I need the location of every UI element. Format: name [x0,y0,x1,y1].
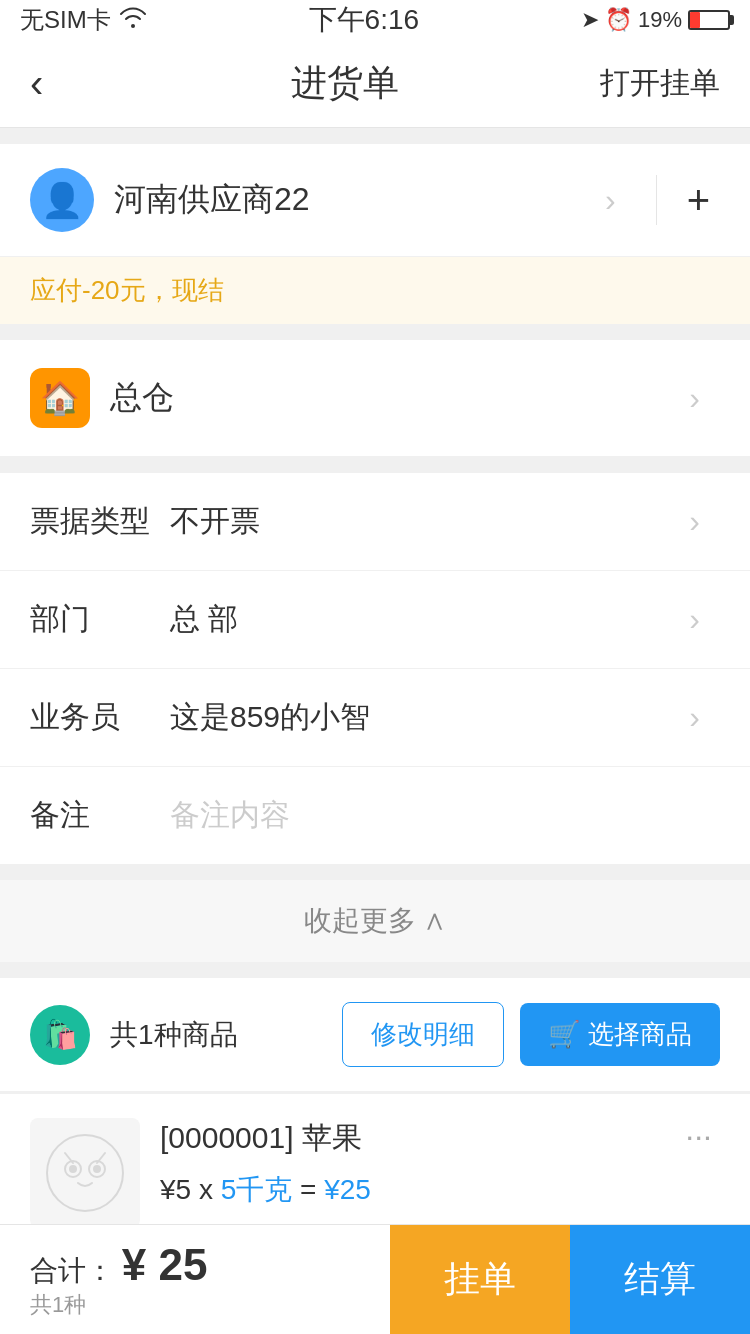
total-count: 共1种 [30,1290,360,1320]
cart-icon: 🛒 [548,1019,580,1050]
nav-bar: ‹ 进货单 打开挂单 [0,40,750,128]
warehouse-section[interactable]: 🏠 总仓 › [0,340,750,456]
alarm-icon: ⏰ [605,7,632,33]
supplier-row[interactable]: 👤 河南供应商22 › + [0,144,750,257]
collapse-row[interactable]: 收起更多 ∧ [0,880,750,962]
product-icon: 🛍️ [30,1005,90,1065]
total-amount: ¥ 25 [122,1240,208,1289]
product-title: 苹果 [302,1121,362,1154]
qty-text: 5千克 [221,1174,293,1205]
salesman-row[interactable]: 业务员 这是859的小智 › [0,668,750,766]
invoice-value: 不开票 [170,501,689,542]
checkout-button[interactable]: 结算 [570,1225,750,1335]
svg-point-3 [69,1165,77,1173]
product-code: [0000001] [160,1121,293,1154]
svg-point-4 [93,1165,101,1173]
select-product-button[interactable]: 🛒 选择商品 [520,1003,720,1066]
chevron-right-icon: › [689,601,700,638]
status-time: 下午6:16 [309,1,420,39]
collapse-label: 收起更多 ∧ [304,902,447,940]
location-icon: ➤ [581,7,599,33]
total-text: ¥25 [324,1174,371,1205]
dept-label: 部门 [30,599,170,640]
select-product-label: 选择商品 [588,1017,692,1052]
product-name: [0000001] 苹果 [160,1118,677,1159]
remark-label: 备注 [30,795,170,836]
vertical-divider [656,175,657,225]
add-button[interactable]: + [677,178,720,223]
more-button[interactable]: ··· [677,1118,720,1155]
wifi-icon [119,6,147,34]
product-info: [0000001] 苹果 ¥5 x 5千克 = ¥25 [160,1118,677,1209]
chevron-right-icon: › [605,182,616,219]
chevron-right-icon: › [689,503,700,540]
salesman-value: 这是859的小智 [170,697,689,738]
product-header: 🛍️ 共1种商品 修改明细 🛒 选择商品 [0,978,750,1091]
status-left: 无SIM卡 [20,4,147,36]
salesman-label: 业务员 [30,697,170,738]
product-count: 共1种商品 [110,1016,342,1054]
dept-value: 总 部 [170,599,689,640]
product-price: ¥5 x 5千克 = ¥25 [160,1171,677,1209]
notice-banner: 应付-20元，现结 [0,257,750,324]
back-button[interactable]: ‹ [30,61,90,106]
battery-icon [688,10,730,30]
total-row: 合计： ¥ 25 [30,1240,360,1290]
invoice-label: 票据类型 [30,501,170,542]
remark-input[interactable]: 备注内容 [170,795,720,836]
supplier-name: 河南供应商22 [114,178,605,222]
hang-button[interactable]: 挂单 [390,1225,570,1335]
invoice-row[interactable]: 票据类型 不开票 › [0,472,750,570]
remark-row[interactable]: 备注 备注内容 [0,766,750,864]
form-section: 票据类型 不开票 › 部门 总 部 › 业务员 这是859的小智 › 备注 备注… [0,472,750,864]
warehouse-icon: 🏠 [30,368,90,428]
chevron-right-icon: › [689,699,700,736]
dept-row[interactable]: 部门 总 部 › [0,570,750,668]
open-hang-button[interactable]: 打开挂单 [600,63,720,104]
total-label: 合计： [30,1255,114,1286]
carrier-text: 无SIM卡 [20,4,111,36]
bottom-bar: 合计： ¥ 25 共1种 挂单 结算 [0,1224,750,1334]
status-right: ➤ ⏰ 19% [581,7,730,33]
product-thumbnail [30,1118,140,1228]
battery-percent: 19% [638,7,682,33]
warehouse-name: 总仓 [110,376,689,420]
edit-detail-button[interactable]: 修改明细 [342,1002,504,1067]
eq-sign: = [300,1174,324,1205]
total-area: 合计： ¥ 25 共1种 [0,1240,390,1320]
page-title: 进货单 [291,59,399,108]
supplier-avatar: 👤 [30,168,94,232]
svg-point-0 [47,1135,123,1211]
status-bar: 无SIM卡 下午6:16 ➤ ⏰ 19% [0,0,750,40]
warehouse-row[interactable]: 🏠 总仓 › [0,340,750,456]
chevron-right-icon: › [689,380,700,417]
supplier-section: 👤 河南供应商22 › + 应付-20元，现结 [0,144,750,324]
price-text: ¥5 x [160,1174,221,1205]
